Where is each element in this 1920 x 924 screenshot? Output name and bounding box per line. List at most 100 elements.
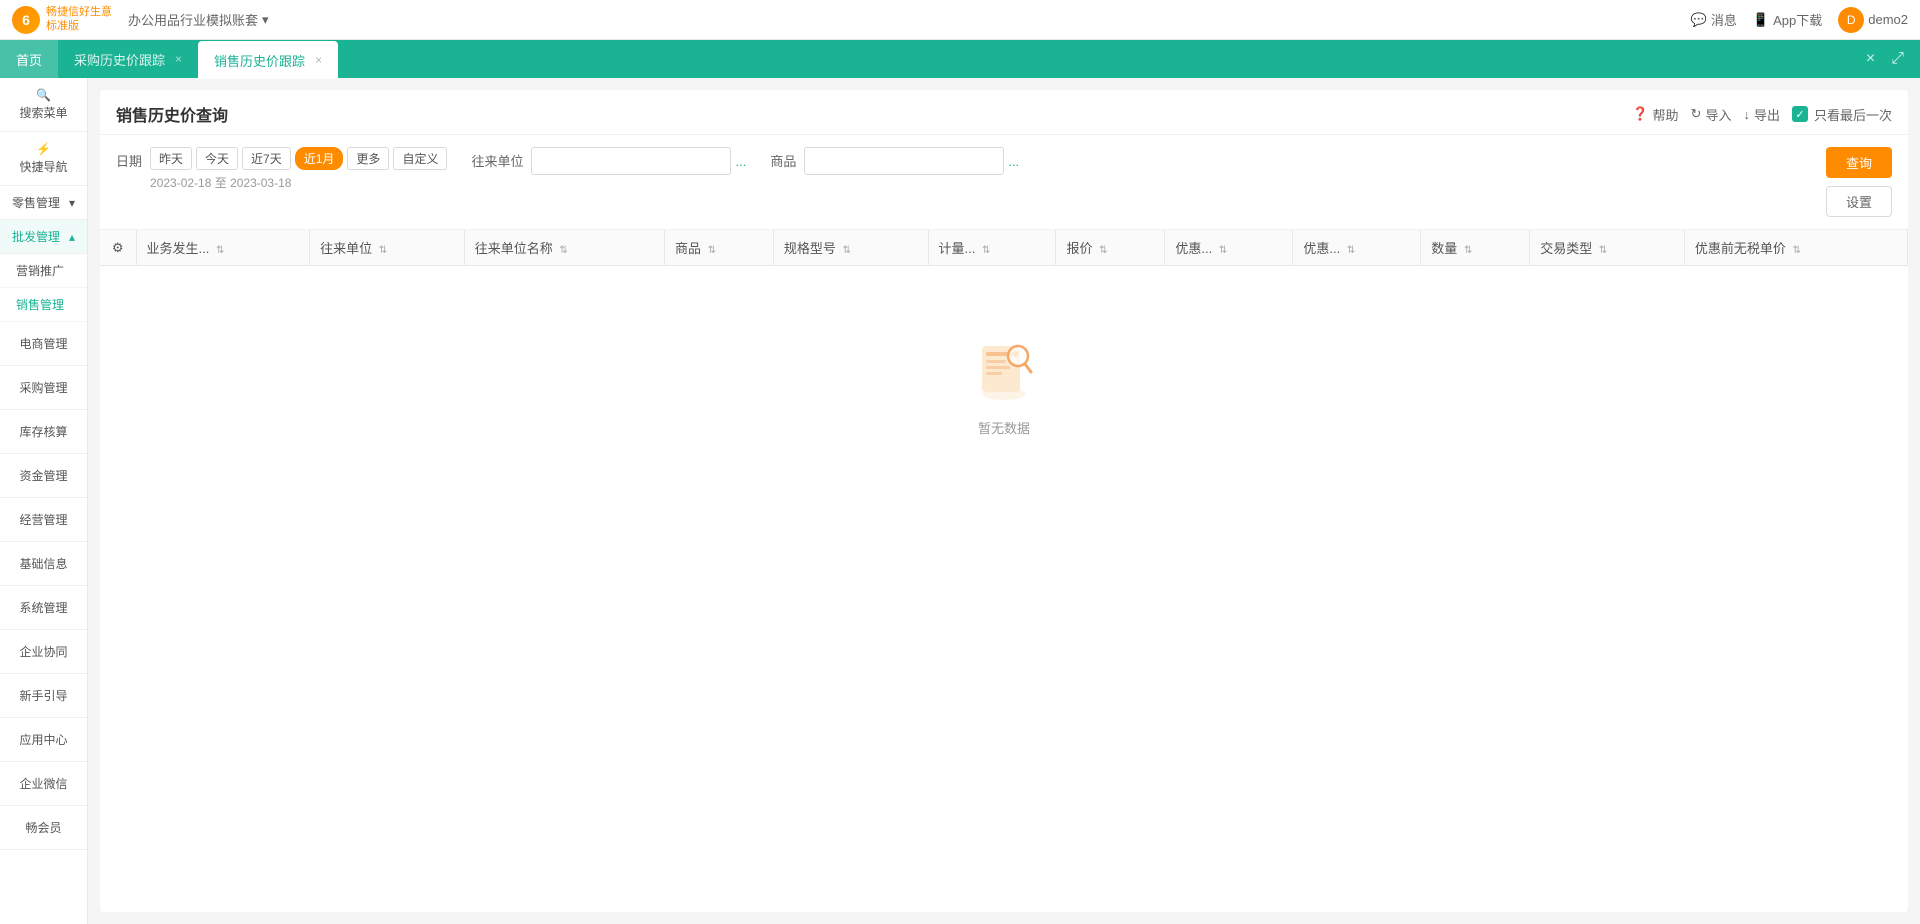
quicknav-icon: ⚡: [36, 142, 51, 156]
sort-icon: ⇅: [1599, 245, 1607, 256]
date-filter-label: 日期: [116, 147, 142, 170]
sidebar-item-quicknav[interactable]: ⚡ 快捷导航: [0, 132, 87, 186]
avatar: D: [1838, 7, 1864, 33]
sidebar-item-system[interactable]: 系统管理: [0, 586, 87, 630]
sidebar-item-apps[interactable]: 应用中心: [0, 718, 87, 762]
table-header-partner-name[interactable]: 往来单位名称 ⇅: [464, 230, 664, 266]
sidebar-item-search[interactable]: 🔍 搜索菜单: [0, 78, 87, 132]
sidebar-item-wholesale[interactable]: 批发管理 ▴: [0, 220, 87, 254]
table-header-qty[interactable]: 数量 ⇅: [1421, 230, 1530, 266]
date-btn-more[interactable]: 更多: [347, 147, 389, 170]
sidebar-item-quicknav-label: 快捷导航: [19, 158, 67, 175]
date-range-text: 2023-02-18 至 2023-03-18: [150, 174, 447, 191]
set-button[interactable]: 设置: [1826, 186, 1892, 217]
sort-icon: ⇅: [379, 245, 387, 256]
empty-text: 暂无数据: [978, 418, 1030, 437]
date-btn-7days[interactable]: 近7天: [242, 147, 291, 170]
sidebar-item-sales-mgmt[interactable]: 销售管理: [0, 288, 87, 322]
messages-button[interactable]: 💬 消息: [1691, 10, 1737, 29]
table-header-trade-type[interactable]: 交易类型 ⇅: [1530, 230, 1685, 266]
sidebar-item-newbie-label: 新手引导: [19, 687, 67, 704]
import-icon: ↻: [1691, 106, 1702, 122]
only-last-label: 只看最后一次: [1814, 105, 1892, 124]
sidebar-item-basic-label: 基础信息: [19, 555, 67, 572]
table-header-settings[interactable]: ⚙: [100, 230, 136, 266]
tab-purchase-history-close[interactable]: ×: [175, 52, 182, 66]
topbar: 6 畅捷信好生意 标准版 办公用品行业模拟账套 ▾ 💬 消息 📱 App下载 D…: [0, 0, 1920, 40]
topbar-left: 6 畅捷信好生意 标准版 办公用品行业模拟账套 ▾: [12, 6, 277, 34]
sidebar-item-inventory-label: 库存核算: [19, 423, 67, 440]
app-download-button[interactable]: 📱 App下载: [1753, 10, 1822, 29]
chevron-down-icon: ▾: [262, 12, 269, 28]
chevron-down-icon: ▾: [69, 196, 75, 210]
filter-bar: 日期 昨天 今天 近7天 近1月 更多 自定义 2023-02-18 至 202…: [100, 135, 1908, 230]
date-filter-controls: 昨天 今天 近7天 近1月 更多 自定义 2023-02-18 至 2023-0…: [150, 147, 447, 191]
table-header-biz-date[interactable]: 业务发生... ⇅: [136, 230, 310, 266]
sidebar-item-wechat[interactable]: 企业微信: [0, 762, 87, 806]
table-header-goods[interactable]: 商品 ⇅: [664, 230, 773, 266]
goods-input[interactable]: [804, 147, 1004, 175]
app-selector[interactable]: 办公用品行业模拟账套 ▾: [120, 6, 277, 33]
date-btn-today[interactable]: 今天: [196, 147, 238, 170]
sidebar-item-sales-mgmt-label: 销售管理: [16, 296, 64, 313]
user-menu[interactable]: D demo2: [1838, 7, 1908, 33]
tab-sales-history[interactable]: 销售历史价跟踪 ×: [198, 41, 338, 79]
goods-input-wrap: ...: [804, 147, 1019, 175]
sidebar-item-ecommerce[interactable]: 电商管理: [0, 322, 87, 366]
sidebar-item-newbie[interactable]: 新手引导: [0, 674, 87, 718]
page-card: 销售历史价查询 ❓ 帮助 ↻ 导入 ↓ 导出 ✓: [100, 90, 1908, 912]
sidebar-item-finance[interactable]: 资金管理: [0, 454, 87, 498]
sidebar-item-retail[interactable]: 零售管理 ▾: [0, 186, 87, 220]
import-label: 导入: [1705, 105, 1731, 124]
import-button[interactable]: ↻ 导入: [1691, 105, 1732, 124]
tab-sales-history-close[interactable]: ×: [315, 53, 322, 67]
sidebar-item-operations-label: 经营管理: [19, 511, 67, 528]
tab-purchase-history[interactable]: 采购历史价跟踪 ×: [58, 40, 198, 78]
export-label: 导出: [1754, 105, 1780, 124]
sidebar-item-search-label: 搜索菜单: [19, 104, 67, 121]
date-btn-custom[interactable]: 自定义: [393, 147, 447, 170]
table-header-spec[interactable]: 规格型号 ⇅: [773, 230, 928, 266]
partner-input[interactable]: [531, 147, 731, 175]
empty-state: 暂无数据: [100, 266, 1908, 497]
close-all-tabs-button[interactable]: ×: [1862, 46, 1879, 72]
sidebar-item-operations[interactable]: 经营管理: [0, 498, 87, 542]
only-last-checkbox[interactable]: ✓ 只看最后一次: [1792, 105, 1892, 124]
sidebar-item-member[interactable]: 畅会员: [0, 806, 87, 850]
sidebar-item-inventory[interactable]: 库存核算: [0, 410, 87, 454]
tab-home[interactable]: 首页: [0, 40, 58, 78]
query-button[interactable]: 查询: [1826, 147, 1892, 178]
table-header-discount1[interactable]: 优惠... ⇅: [1165, 230, 1293, 266]
settings-icon[interactable]: ⚙: [112, 240, 124, 255]
logo-area: 6 畅捷信好生意 标准版: [12, 6, 112, 34]
table-header-quote[interactable]: 报价 ⇅: [1056, 230, 1165, 266]
checkbox-icon[interactable]: ✓: [1792, 106, 1808, 122]
sidebar-item-marketing-label: 营销推广: [16, 262, 64, 279]
goods-ellipsis[interactable]: ...: [1008, 154, 1019, 169]
sidebar-item-basic[interactable]: 基础信息: [0, 542, 87, 586]
table-header-unit[interactable]: 计量... ⇅: [928, 230, 1056, 266]
sidebar-item-marketing[interactable]: 营销推广: [0, 254, 87, 288]
help-button[interactable]: ❓ 帮助: [1632, 105, 1678, 124]
sidebar-item-wechat-label: 企业微信: [19, 775, 67, 792]
sort-icon: ⇅: [708, 245, 716, 256]
sidebar-item-enterprise[interactable]: 企业协同: [0, 630, 87, 674]
logo-text: 畅捷信好生意 标准版: [46, 6, 112, 32]
help-label: 帮助: [1653, 105, 1679, 124]
goods-filter-group: 商品 ...: [770, 147, 1019, 175]
page-title: 销售历史价查询: [116, 102, 228, 126]
sort-icon: ⇅: [1219, 245, 1227, 256]
export-button[interactable]: ↓ 导出: [1743, 105, 1780, 124]
partner-ellipsis[interactable]: ...: [735, 154, 746, 169]
data-table: ⚙ 业务发生... ⇅ 往来单位 ⇅ 往来单位名称: [100, 230, 1908, 266]
expand-button[interactable]: ⤢: [1887, 46, 1908, 72]
table-header: ⚙ 业务发生... ⇅ 往来单位 ⇅ 往来单位名称: [100, 230, 1908, 266]
table-header-discount2[interactable]: 优惠... ⇅: [1293, 230, 1421, 266]
table-header-row: ⚙ 业务发生... ⇅ 往来单位 ⇅ 往来单位名称: [100, 230, 1908, 266]
sidebar-item-purchase[interactable]: 采购管理: [0, 366, 87, 410]
table-header-pretax-price[interactable]: 优惠前无税单价 ⇅: [1684, 230, 1907, 266]
date-btn-1month[interactable]: 近1月: [295, 147, 344, 170]
date-btn-yesterday[interactable]: 昨天: [150, 147, 192, 170]
table-header-partner-code[interactable]: 往来单位 ⇅: [310, 230, 465, 266]
sidebar-item-wholesale-label: 批发管理: [12, 228, 60, 245]
